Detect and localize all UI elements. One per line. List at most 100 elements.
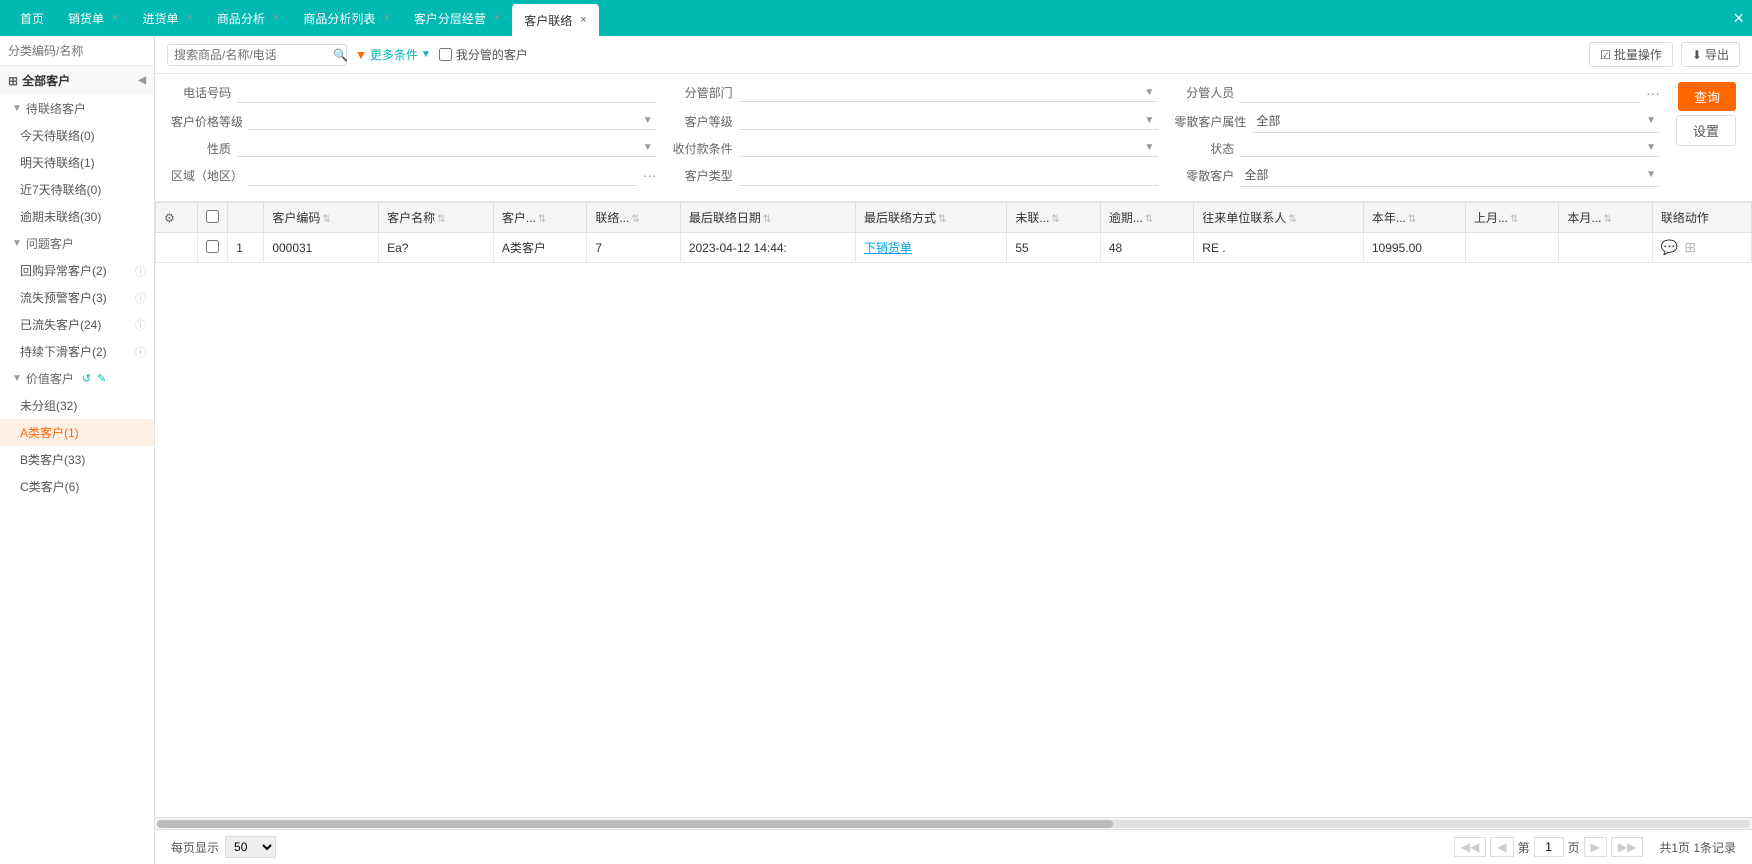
gear-icon[interactable]: ⚙ [164,211,175,225]
sidebar-item-week[interactable]: 近7天待联络(0) [0,176,154,203]
unit-contact-col-header[interactable]: 往来单位联系人⇅ [1194,203,1364,233]
sidebar-search-input[interactable] [8,44,155,58]
setting-btn[interactable]: 设置 [1676,115,1736,146]
sidebar-item-declining[interactable]: 持续下滑客户(2) ⓘ [0,338,154,365]
retail-customer-select[interactable]: 全部 ▼ [1240,163,1660,187]
customer-level-select[interactable]: ▼ [739,112,1159,130]
page-size-select[interactable]: 50 100 200 [225,836,276,858]
region-input[interactable] [249,165,637,186]
sidebar-item-overdue[interactable]: 逾期未联络(30) [0,203,154,230]
customer-tier-close-icon[interactable]: × [494,12,500,24]
retail-attr-select[interactable]: 全部 ▼ [1252,109,1660,133]
page-input[interactable] [1534,837,1564,857]
nav-tab-home[interactable]: 首页 [8,0,56,36]
payment-select[interactable]: ▼ [739,139,1159,157]
overdue-col-header[interactable]: 逾期...⇅ [1100,203,1193,233]
last-month-col-header[interactable]: 上月...⇅ [1465,203,1558,233]
scrollbar-track[interactable] [157,820,1750,828]
row-last-method[interactable]: 下销货单 [856,233,1007,263]
bottom-scrollbar[interactable] [155,817,1752,829]
first-page-btn[interactable]: ◀◀ [1454,837,1486,857]
last-method-col-header[interactable]: 最后联络方式⇅ [856,203,1007,233]
sidebar-item-c-class[interactable]: C类客户(6) [0,473,154,500]
filter-more-btn[interactable]: ▼ 更多条件 ▼ [355,46,431,63]
all-customers-header[interactable]: ⊞ 全部客户 ◀ [0,66,154,95]
customer-type-input[interactable] [739,165,1159,186]
name-sort-icon[interactable]: ⇅ [437,214,445,225]
phone-input[interactable] [237,82,657,103]
status-select[interactable]: ▼ [1240,139,1660,157]
action-qr-icon[interactable]: ⊞ [1684,239,1696,256]
this-month-sort-icon[interactable]: ⇅ [1603,214,1611,225]
contact-col-header[interactable]: 联络...⇅ [587,203,680,233]
declining-info-icon[interactable]: ⓘ [135,344,146,360]
scrollbar-thumb[interactable] [157,820,1113,828]
nav-tab-sales[interactable]: 销货单 × [56,0,130,36]
name-col-header[interactable]: 客户名称⇅ [379,203,494,233]
price-level-select[interactable]: ▼ [249,112,657,130]
sidebar-group-value[interactable]: ▼ 价值客户 ↺ ✎ [0,365,154,392]
manager-more-icon[interactable]: ··· [1646,85,1660,101]
level-sort-icon[interactable]: ⇅ [538,214,546,225]
sidebar-item-a-class[interactable]: A类客户(1) [0,419,154,446]
export-btn[interactable]: ⬇ 导出 [1681,42,1740,67]
sidebar-item-ungroup[interactable]: 未分组(32) [0,392,154,419]
this-month-col-header[interactable]: 本月...⇅ [1559,203,1652,233]
filter-search-input[interactable] [174,48,329,62]
code-col-header[interactable]: 客户编码⇅ [264,203,379,233]
row-checkbox[interactable] [206,240,219,253]
contact-sort-icon[interactable]: ⇅ [631,214,639,225]
code-sort-icon[interactable]: ⇅ [322,214,330,225]
last-method-sort-icon[interactable]: ⇅ [938,214,946,225]
sidebar-item-b-class[interactable]: B类客户(33) [0,446,154,473]
action-chat-icon[interactable]: 💬 [1661,239,1678,256]
last-month-sort-icon[interactable]: ⇅ [1510,214,1518,225]
nav-tab-goods-analysis[interactable]: 商品分析 × [205,0,291,36]
query-btn[interactable]: 查询 [1678,82,1736,111]
select-all-checkbox[interactable] [206,210,219,223]
unit-contact-sort-icon[interactable]: ⇅ [1288,214,1296,225]
my-customers-filter[interactable]: 我分管的客户 [439,46,528,63]
next-page-btn[interactable]: ▶ [1584,837,1607,857]
last-date-col-header[interactable]: 最后联络日期⇅ [680,203,855,233]
no-contact-col-header[interactable]: 未联...⇅ [1007,203,1100,233]
value-refresh-icon[interactable]: ↺ [82,372,91,385]
no-contact-sort-icon[interactable]: ⇅ [1051,214,1059,225]
close-all-icon[interactable]: × [1733,8,1744,29]
last-page-btn[interactable]: ▶▶ [1611,837,1643,857]
nature-select[interactable]: ▼ [237,139,657,157]
level-col-header[interactable]: 客户...⇅ [493,203,586,233]
my-customers-checkbox[interactable] [439,48,452,61]
sales-close-icon[interactable]: × [112,12,118,24]
customer-contact-close-icon[interactable]: × [580,14,586,26]
this-year-sort-icon[interactable]: ⇅ [1408,214,1416,225]
purchase-close-icon[interactable]: × [186,12,192,24]
manager-input[interactable] [1240,82,1640,103]
sidebar-item-lost[interactable]: 已流失客户(24) ⓘ [0,311,154,338]
sidebar-collapse-icon[interactable]: ◀ [138,75,146,86]
last-date-sort-icon[interactable]: ⇅ [763,214,771,225]
this-year-col-header[interactable]: 本年...⇅ [1363,203,1465,233]
goods-analysis-list-close-icon[interactable]: × [383,12,389,24]
churn-info-icon[interactable]: ⓘ [135,290,146,306]
value-edit-icon[interactable]: ✎ [97,372,106,385]
sidebar-item-churn[interactable]: 流失预警客户(3) ⓘ [0,284,154,311]
nav-tab-goods-analysis-list[interactable]: 商品分析列表 × [291,0,401,36]
filter-search-icon[interactable]: 🔍 [333,48,348,62]
batch-btn[interactable]: ☑ 批量操作 [1589,42,1673,67]
last-method-link[interactable]: 下销货单 [864,241,912,255]
sidebar-item-today[interactable]: 今天待联络(0) [0,122,154,149]
prev-page-btn[interactable]: ◀ [1490,837,1513,857]
repurchase-info-icon[interactable]: ⓘ [135,263,146,279]
nav-tab-customer-contact[interactable]: 客户联络 × [512,4,598,36]
lost-info-icon[interactable]: ⓘ [135,317,146,333]
sidebar-item-tomorrow[interactable]: 明天待联络(1) [0,149,154,176]
nav-tab-customer-tier[interactable]: 客户分层经营 × [402,0,512,36]
sidebar-group-problem[interactable]: ▼ 问题客户 [0,230,154,257]
sidebar-group-pending[interactable]: ▼ 待联络客户 [0,95,154,122]
sidebar-item-repurchase[interactable]: 回购异常客户(2) ⓘ [0,257,154,284]
overdue-sort-icon[interactable]: ⇅ [1145,214,1153,225]
goods-analysis-close-icon[interactable]: × [273,12,279,24]
region-more-icon[interactable]: ··· [643,167,657,183]
gear-col-header[interactable]: ⚙ [156,203,198,233]
